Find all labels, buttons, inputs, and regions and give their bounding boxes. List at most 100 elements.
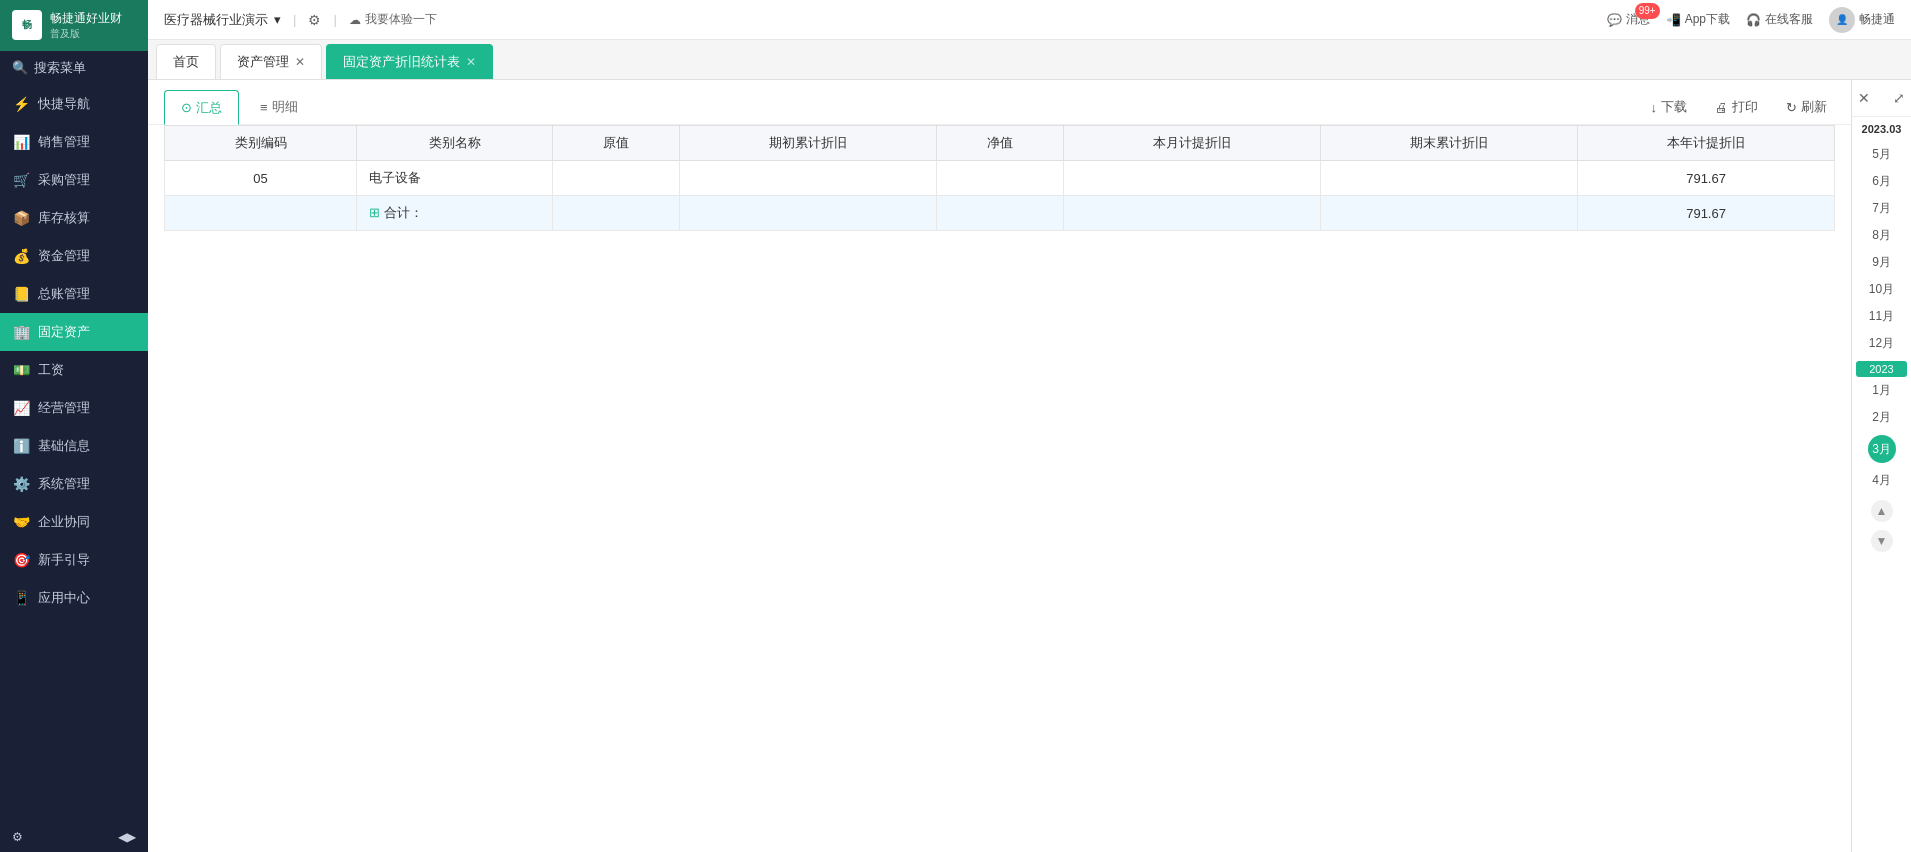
sidebar-item-ledger[interactable]: 📒 总账管理 — [0, 275, 148, 313]
sub-tabs: ⊙ 汇总 ≡ 明细 ↓ 下载 🖨 — [148, 80, 1851, 125]
row-original — [553, 161, 680, 196]
right-panel: ✕ ⤢ 2023.03 5月 6月 7月 8月 9月 10月 11月 12月 2… — [1851, 80, 1911, 852]
panel-month-list: 5月 6月 7月 8月 9月 10月 11月 12月 2023 1月 2月 3月 — [1852, 141, 1911, 852]
panel-month-6[interactable]: 6月 — [1852, 168, 1911, 195]
sidebar-item-fixed-assets[interactable]: 🏢 固定资产 — [0, 313, 148, 351]
sidebar-item-guide[interactable]: 🎯 新手引导 — [0, 541, 148, 579]
panel-month-8[interactable]: 8月 — [1852, 222, 1911, 249]
tab-asset-mgmt[interactable]: 资产管理 ✕ — [220, 44, 322, 79]
col-header-initial-depr: 期初累计折旧 — [680, 126, 937, 161]
sidebar-item-operations[interactable]: 📈 经营管理 — [0, 389, 148, 427]
table-row: 05 电子设备 791.67 — [165, 161, 1835, 196]
refresh-btn[interactable]: ↻ 刷新 — [1778, 94, 1835, 120]
tab-depreciation-report[interactable]: 固定资产折旧统计表 ✕ — [326, 44, 493, 79]
avatar: 👤 — [1829, 7, 1855, 33]
col-header-original: 原值 — [553, 126, 680, 161]
panel-year-badge: 2023 — [1856, 361, 1907, 377]
online-service-label: 在线客服 — [1765, 11, 1813, 28]
depreciation-table: 类别编码 类别名称 原值 期初累计折旧 净值 本月计提折旧 期末累计折旧 本年计… — [164, 125, 1835, 231]
download-btn[interactable]: ↓ 下载 — [1643, 94, 1696, 120]
sidebar-item-salary[interactable]: 💵 工资 — [0, 351, 148, 389]
sub-tab-detail[interactable]: ≡ 明细 — [243, 90, 315, 124]
fixed-assets-icon: 🏢 — [12, 323, 30, 341]
panel-month-1[interactable]: 1月 — [1852, 377, 1911, 404]
subtotal-initial-depr — [680, 196, 937, 231]
sidebar-item-inventory[interactable]: 📦 库存核算 — [0, 199, 148, 237]
col-header-net-value: 净值 — [937, 126, 1064, 161]
panel-month-2[interactable]: 2月 — [1852, 404, 1911, 431]
download-label: 下载 — [1661, 98, 1687, 116]
app-download-label: App下载 — [1685, 11, 1730, 28]
download-icon: ↓ — [1651, 100, 1658, 115]
panel-month-3-active[interactable]: 3月 — [1868, 435, 1896, 463]
experience-btn[interactable]: ☁ 我要体验一下 — [349, 11, 437, 28]
message-icon: 💬 — [1607, 13, 1622, 27]
company-selector[interactable]: 医疗器械行业演示 ▾ — [164, 11, 281, 29]
table-wrap: 类别编码 类别名称 原值 期初累计折旧 净值 本月计提折旧 期末累计折旧 本年计… — [148, 125, 1851, 852]
panel-month-9[interactable]: 9月 — [1852, 249, 1911, 276]
tabs-bar: 首页 资产管理 ✕ 固定资产折旧统计表 ✕ — [148, 40, 1911, 80]
logo-icon: 畅 — [12, 10, 42, 40]
search-menu-label: 搜索菜单 — [34, 59, 86, 77]
panel-scroll-up-btn[interactable]: ▲ — [1871, 500, 1893, 522]
panel-month-5[interactable]: 5月 — [1852, 141, 1911, 168]
sidebar-item-enterprise[interactable]: 🤝 企业协同 — [0, 503, 148, 541]
panel-month-10[interactable]: 10月 — [1852, 276, 1911, 303]
topbar: 医疗器械行业演示 ▾ | ⚙ | ☁ 我要体验一下 💬 消息 99+ 📲 App… — [148, 0, 1911, 40]
panel-month-12[interactable]: 12月 — [1852, 330, 1911, 357]
sales-icon: 📊 — [12, 133, 30, 151]
panel-expand-btn[interactable]: ⤢ — [1891, 88, 1907, 108]
panel-scroll-down-btn[interactable]: ▼ — [1871, 530, 1893, 552]
search-menu[interactable]: 🔍 搜索菜单 — [0, 51, 148, 85]
tab-close-icon[interactable]: ✕ — [295, 55, 305, 69]
panel-month-7[interactable]: 7月 — [1852, 195, 1911, 222]
ledger-icon: 📒 — [12, 285, 30, 303]
refresh-icon: ↻ — [1786, 100, 1797, 115]
collapse-icon[interactable]: ◀▶ — [118, 830, 136, 844]
sidebar-item-app-center[interactable]: 📱 应用中心 — [0, 579, 148, 617]
subtotal-original — [553, 196, 680, 231]
sidebar-item-sales[interactable]: 📊 销售管理 — [0, 123, 148, 161]
sidebar-item-funds[interactable]: 💰 资金管理 — [0, 237, 148, 275]
settings-icon[interactable]: ⚙ — [12, 830, 23, 844]
sidebar-item-purchase[interactable]: 🛒 采购管理 — [0, 161, 148, 199]
system-icon: ⚙️ — [12, 475, 30, 493]
panel-month-4[interactable]: 4月 — [1852, 467, 1911, 494]
enterprise-icon: 🤝 — [12, 513, 30, 531]
panel-close-btn[interactable]: ✕ — [1856, 88, 1872, 108]
inventory-icon: 📦 — [12, 209, 30, 227]
app-center-icon: 📱 — [12, 589, 30, 607]
sidebar-item-system[interactable]: ⚙️ 系统管理 — [0, 465, 148, 503]
user-btn[interactable]: 👤 畅捷通 — [1829, 7, 1895, 33]
tab-close-active-icon[interactable]: ✕ — [466, 55, 476, 69]
panel-header: ✕ ⤢ — [1852, 80, 1911, 117]
sub-tab-summary[interactable]: ⊙ 汇总 — [164, 90, 239, 125]
sidebar-item-basic-info[interactable]: ℹ️ 基础信息 — [0, 427, 148, 465]
print-label: 打印 — [1732, 98, 1758, 116]
app-download-btn[interactable]: 📲 App下载 — [1666, 11, 1730, 28]
subtotal-end-depr — [1321, 196, 1578, 231]
app-name: 畅捷通好业财 — [50, 10, 122, 27]
message-btn[interactable]: 💬 消息 99+ — [1607, 11, 1650, 28]
panel-month-11[interactable]: 11月 — [1852, 303, 1911, 330]
settings-button[interactable]: ⚙ — [308, 12, 321, 28]
tab-depreciation-label: 固定资产折旧统计表 — [343, 53, 460, 71]
online-service-btn[interactable]: 🎧 在线客服 — [1746, 11, 1813, 28]
sidebar-item-label: 系统管理 — [38, 475, 90, 493]
experience-label: 我要体验一下 — [365, 11, 437, 28]
print-btn[interactable]: 🖨 打印 — [1707, 94, 1766, 120]
summary-icon: ⊙ — [181, 100, 192, 115]
sidebar-item-label: 工资 — [38, 361, 64, 379]
col-header-annual-depr: 本年计提折旧 — [1578, 126, 1835, 161]
funds-icon: 💰 — [12, 247, 30, 265]
sidebar: 畅 畅捷通好业财 普及版 🔍 搜索菜单 ⚡ 快捷导航 📊 销售管理 🛒 采购管理… — [0, 0, 148, 852]
row-end-depr — [1321, 161, 1578, 196]
sidebar-item-label: 资金管理 — [38, 247, 90, 265]
company-name: 医疗器械行业演示 — [164, 11, 268, 29]
topbar-right: 💬 消息 99+ 📲 App下载 🎧 在线客服 👤 畅捷通 — [1607, 7, 1895, 33]
sidebar-item-quick-nav[interactable]: ⚡ 快捷导航 — [0, 85, 148, 123]
subtotal-annual-depr: 791.67 — [1578, 196, 1835, 231]
sidebar-item-label: 企业协同 — [38, 513, 90, 531]
tab-home[interactable]: 首页 — [156, 44, 216, 79]
guide-icon: 🎯 — [12, 551, 30, 569]
